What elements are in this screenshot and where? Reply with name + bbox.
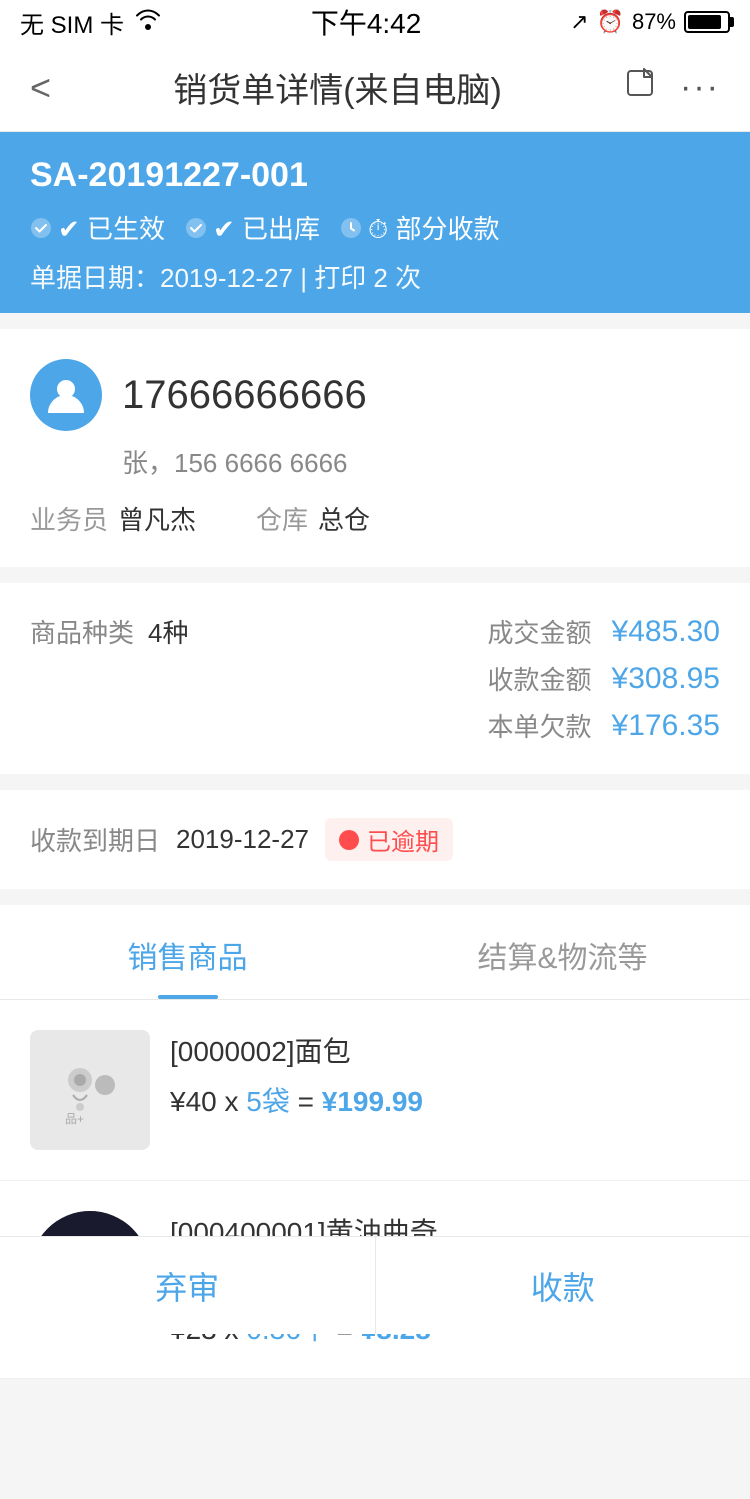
confirm-button[interactable]: 收款 bbox=[376, 1237, 750, 1334]
order-id: SA-20191227-001 bbox=[30, 156, 720, 195]
summary-left: 商品种类 4种 bbox=[30, 613, 375, 650]
summary-section: 商品种类 4种 成交金额 ¥485.30 收款金额 ¥308.95 本单欠款 ¥… bbox=[0, 583, 750, 774]
product-info-1: [0000002]面包 ¥40 x 5袋 = ¥199.99 bbox=[170, 1030, 720, 1120]
product-name-1: [0000002]面包 bbox=[170, 1030, 720, 1070]
due-label: 收款到期日 bbox=[30, 821, 160, 858]
tabs-section: 销售商品 结算&物流等 bbox=[0, 905, 750, 1000]
debt-row: 本单欠款 ¥176.35 bbox=[488, 707, 720, 744]
payment-row: 收款金额 ¥308.95 bbox=[488, 660, 720, 697]
share-icon[interactable] bbox=[624, 67, 656, 108]
header-banner: SA-20191227-001 ✔ 已生效 ✔ 已出库 ⏱ 部分收款 单据日期：… bbox=[0, 132, 750, 313]
alarm-icon: ⏰ bbox=[597, 9, 624, 35]
status-bar-time: 下午4:42 bbox=[311, 2, 422, 42]
bottom-spacer bbox=[0, 1379, 750, 1499]
back-button[interactable]: < bbox=[30, 67, 51, 109]
tab-sales-products[interactable]: 销售商品 bbox=[0, 905, 375, 999]
payment-value: ¥308.95 bbox=[612, 662, 720, 696]
overdue-icon bbox=[339, 830, 359, 850]
kinds-label: 商品种类 bbox=[30, 613, 134, 650]
kinds-content: 商品种类 4种 bbox=[30, 613, 375, 650]
list-item: 品+ [0000002]面包 ¥40 x 5袋 = ¥199.99 bbox=[0, 1000, 750, 1181]
wifi-icon bbox=[134, 8, 162, 37]
sales-item: 业务员 曾凡杰 bbox=[30, 500, 196, 537]
amount-value: ¥485.30 bbox=[612, 615, 720, 649]
customer-row: 17666666666 bbox=[30, 359, 720, 431]
customer-section: 17666666666 张，156 6666 6666 业务员 曾凡杰 仓库 总… bbox=[0, 329, 750, 567]
more-icon[interactable]: ··· bbox=[680, 68, 720, 107]
summary-right: 成交金额 ¥485.30 收款金额 ¥308.95 本单欠款 ¥176.35 bbox=[375, 613, 720, 744]
page-title: 销货单详情(来自电脑) bbox=[173, 63, 502, 112]
product-thumbnail-1: 品+ bbox=[30, 1030, 150, 1150]
badges: ✔ 已生效 ✔ 已出库 ⏱ 部分收款 bbox=[30, 209, 720, 246]
payment-label: 收款金额 bbox=[488, 660, 592, 697]
status-bar: 无 SIM 卡 下午4:42 ↗ ⏰ 87% bbox=[0, 0, 750, 44]
amount-row: 成交金额 ¥485.30 bbox=[488, 613, 720, 650]
product-price-1: ¥40 x 5袋 = ¥199.99 bbox=[170, 1080, 720, 1120]
avatar bbox=[30, 359, 102, 431]
due-section: 收款到期日 2019-12-27 已逾期 bbox=[0, 790, 750, 889]
due-date-value: 2019-12-27 bbox=[176, 824, 309, 855]
sales-label: 业务员 bbox=[30, 500, 108, 537]
debt-value: ¥176.35 bbox=[612, 709, 720, 743]
bottom-bar: 弃审 收款 bbox=[0, 1236, 750, 1334]
badge-partial: ⏱ 部分收款 bbox=[340, 209, 500, 246]
warehouse-item: 仓库 总仓 bbox=[256, 500, 370, 537]
tab-settlement[interactable]: 结算&物流等 bbox=[375, 905, 750, 999]
sales-value: 曾凡杰 bbox=[118, 500, 196, 537]
battery-label: 87% bbox=[632, 9, 676, 35]
customer-meta: 业务员 曾凡杰 仓库 总仓 bbox=[30, 500, 720, 537]
customer-phone: 17666666666 bbox=[122, 373, 367, 418]
warehouse-value: 总仓 bbox=[318, 500, 370, 537]
battery-fill bbox=[688, 15, 721, 29]
status-bar-right: ↗ ⏰ 87% bbox=[570, 9, 730, 35]
battery-icon bbox=[684, 11, 730, 33]
svg-text:品+: 品+ bbox=[65, 1112, 84, 1125]
nav-bar: < 销货单详情(来自电脑) ··· bbox=[0, 44, 750, 132]
badge-effective: ✔ 已生效 bbox=[30, 209, 165, 246]
customer-name: 张，156 6666 6666 bbox=[122, 443, 720, 480]
doc-date: 单据日期：2019-12-27 | 打印 2 次 bbox=[30, 258, 720, 295]
location-icon: ↗ bbox=[570, 9, 588, 35]
status-bar-left: 无 SIM 卡 bbox=[20, 5, 162, 40]
amount-label: 成交金额 bbox=[488, 613, 592, 650]
kinds-value: 4种 bbox=[148, 613, 188, 650]
cancel-button[interactable]: 弃审 bbox=[0, 1237, 376, 1334]
carrier-label: 无 SIM 卡 bbox=[20, 5, 124, 40]
tabs: 销售商品 结算&物流等 bbox=[0, 905, 750, 999]
badge-shipped: ✔ 已出库 bbox=[185, 209, 320, 246]
overdue-badge: 已逾期 bbox=[325, 818, 453, 861]
warehouse-label: 仓库 bbox=[256, 500, 308, 537]
debt-label: 本单欠款 bbox=[488, 707, 592, 744]
overdue-text: 已逾期 bbox=[367, 822, 439, 857]
